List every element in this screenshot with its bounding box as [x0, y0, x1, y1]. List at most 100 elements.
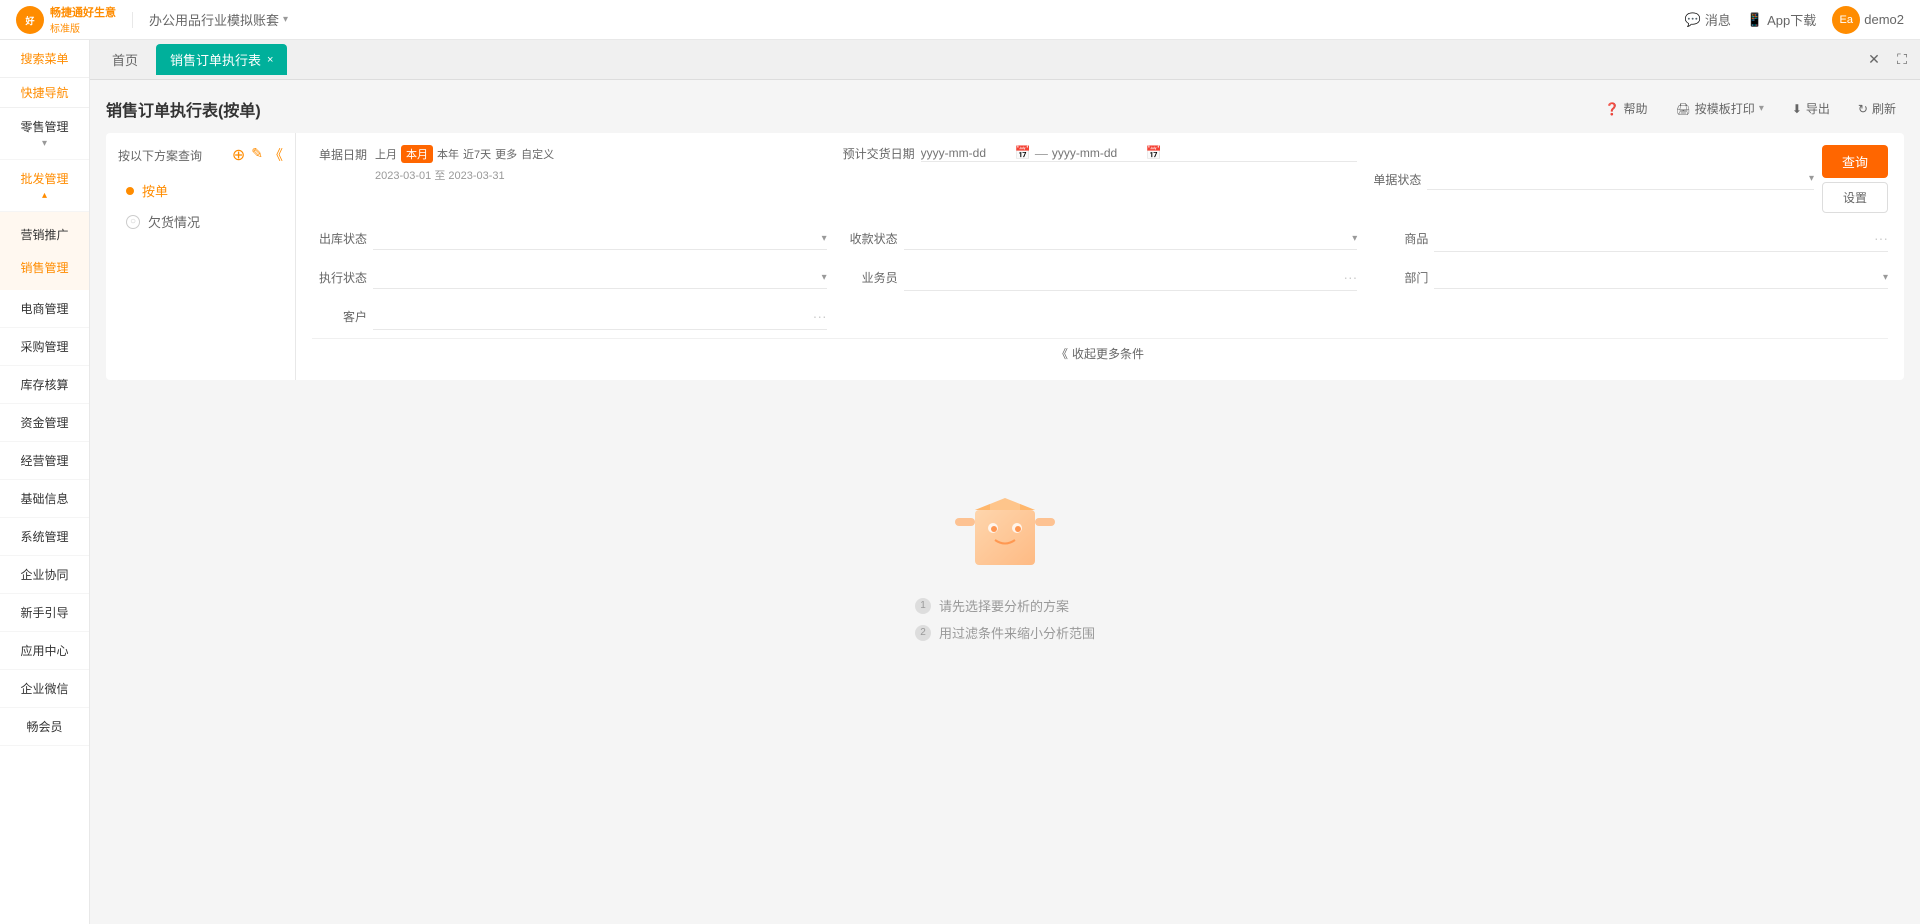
salesman-input[interactable]: ···	[904, 264, 1358, 291]
collapse-button[interactable]: 《 收起更多条件	[312, 338, 1888, 368]
collapse-scheme-icon[interactable]: 《	[269, 145, 283, 165]
logo-text: 畅捷通好生意 标准版	[50, 4, 116, 35]
sidebar-item-sales[interactable]: 销售管理	[0, 251, 89, 284]
tip-num-1: 1	[915, 598, 931, 614]
salesman-more-icon[interactable]: ···	[1343, 269, 1357, 285]
maximize-icon[interactable]: ⛶	[1892, 50, 1912, 70]
svg-text:好: 好	[24, 15, 34, 26]
out-status-label: 出库状态	[312, 230, 367, 247]
expected-date-start-input[interactable]	[921, 146, 1011, 160]
chevron-up-icon: 《	[1056, 345, 1068, 362]
phone-icon: 📱	[1747, 12, 1763, 28]
messages-button[interactable]: 💬 消息	[1685, 10, 1731, 29]
date-tab-this-year[interactable]: 本年	[437, 146, 459, 162]
page-header: 销售订单执行表(按单) ❓ 帮助 🖨 按模板打印 ▾ ⬇ 导出	[106, 96, 1904, 121]
date-range-separator: —	[1035, 146, 1048, 161]
tab-home[interactable]: 首页	[98, 44, 152, 75]
main-layout: 搜索菜单 快捷导航 零售管理 ▾ 批发管理 ▴ 营销推广 销售管理 电商管理 采…	[0, 40, 1920, 924]
sidebar-item-inventory[interactable]: 库存核算	[0, 366, 89, 404]
query-button[interactable]: 查询	[1822, 145, 1888, 178]
goods-input[interactable]: ···	[1434, 225, 1888, 252]
date-field: 单据日期 上月 本月 本年 近7天 更多 自定义	[312, 145, 827, 183]
calendar-end-icon[interactable]: 📅	[1146, 145, 1162, 161]
sidebar-item-purchase[interactable]: 采购管理	[0, 328, 89, 366]
sidebar-item-retail[interactable]: 零售管理 ▾	[0, 108, 89, 160]
sidebar-search[interactable]: 搜索菜单	[0, 40, 89, 78]
sidebar-item-label: 资金管理	[20, 414, 68, 431]
collect-status-select[interactable]: ▾	[904, 228, 1358, 250]
order-status-select[interactable]: ▾	[1427, 168, 1814, 190]
sidebar-item-ecommerce[interactable]: 电商管理	[0, 290, 89, 328]
goods-more-icon[interactable]: ···	[1874, 230, 1888, 246]
sidebar-item-wechat[interactable]: 企业微信	[0, 670, 89, 708]
sidebar-item-label: 基础信息	[20, 490, 68, 507]
order-status-dropdown-icon: ▾	[1809, 173, 1814, 184]
customer-input[interactable]: ···	[373, 303, 827, 330]
sidebar-sub-wholesale: 营销推广 销售管理	[0, 212, 89, 290]
dept-select[interactable]: ▾	[1434, 267, 1888, 289]
user-menu[interactable]: Ea demo2	[1832, 6, 1904, 34]
scheme-item-label: 欠货情况	[148, 212, 200, 231]
scheme-item-by-order[interactable]: 按单	[126, 175, 283, 206]
filter-section: 按以下方案查询 ⊕ ✎ 《 按单	[106, 133, 1904, 380]
filter-form: 单据日期 上月 本月 本年 近7天 更多 自定义	[296, 133, 1904, 380]
out-status-dropdown-icon: ▾	[822, 233, 827, 244]
sidebar-item-basic[interactable]: 基础信息	[0, 480, 89, 518]
expected-date-end-input[interactable]	[1052, 146, 1142, 160]
customer-more-icon[interactable]: ···	[813, 308, 827, 324]
order-status-and-actions: 单据状态 ▾ 查询 设置	[1373, 145, 1888, 213]
sidebar-item-system[interactable]: 系统管理	[0, 518, 89, 556]
export-icon: ⬇	[1792, 102, 1802, 116]
date-tab-this-month[interactable]: 本月	[401, 145, 433, 163]
scheme-item-label: 按单	[142, 181, 168, 200]
sidebar-item-apps[interactable]: 应用中心	[0, 632, 89, 670]
scheme-items: 按单 ○ 欠货情况	[118, 175, 283, 237]
edit-scheme-icon[interactable]: ✎	[251, 145, 263, 165]
date-tab-more[interactable]: 更多	[495, 146, 517, 162]
date-tab-7days[interactable]: 近7天	[463, 146, 491, 162]
expected-date-field: 预计交货日期 📅 — 📅	[843, 145, 1358, 162]
order-status-field: 单据状态 ▾	[1373, 168, 1814, 190]
filter-row-2: 出库状态 ▾ 收款状态 ▾	[312, 225, 1888, 252]
refresh-button[interactable]: ↻ 刷新	[1850, 96, 1904, 121]
scheme-panel: 按以下方案查询 ⊕ ✎ 《 按单	[106, 133, 296, 380]
sidebar-item-operation[interactable]: 经营管理	[0, 442, 89, 480]
sidebar-item-newbie[interactable]: 新手引导	[0, 594, 89, 632]
salesman-label: 业务员	[843, 269, 898, 286]
add-scheme-icon[interactable]: ⊕	[232, 145, 245, 165]
sidebar-item-label: 应用中心	[20, 642, 68, 659]
exec-status-select[interactable]: ▾	[373, 267, 827, 289]
filter-empty-1	[843, 303, 1358, 330]
print-button[interactable]: 🖨 按模板打印 ▾	[1668, 96, 1772, 121]
message-icon: 💬	[1685, 12, 1701, 28]
scheme-item-owed[interactable]: ○ 欠货情况	[126, 206, 283, 237]
sidebar-item-marketing[interactable]: 营销推广	[0, 218, 89, 251]
app-download-button[interactable]: 📱 App下载	[1747, 10, 1816, 29]
avatar: Ea	[1832, 6, 1860, 34]
logo-area: 好 畅捷通好生意 标准版	[16, 4, 116, 35]
tab-close-icon[interactable]: ×	[267, 54, 273, 66]
tab-sales-order[interactable]: 销售订单执行表 ×	[156, 44, 287, 75]
collect-status-field: 收款状态 ▾	[843, 225, 1358, 252]
export-button[interactable]: ⬇ 导出	[1784, 96, 1838, 121]
out-status-select[interactable]: ▾	[373, 228, 827, 250]
date-tab-custom[interactable]: 自定义	[521, 146, 554, 162]
sidebar-item-finance[interactable]: 资金管理	[0, 404, 89, 442]
setting-button[interactable]: 设置	[1822, 182, 1888, 213]
exec-status-dropdown-icon: ▾	[822, 272, 827, 283]
sidebar-item-wholesale[interactable]: 批发管理 ▴	[0, 160, 89, 212]
date-tab-last-month[interactable]: 上月	[375, 146, 397, 162]
sidebar-item-member[interactable]: 畅会员	[0, 708, 89, 746]
scheme-header: 按以下方案查询 ⊕ ✎ 《	[118, 145, 283, 165]
help-button[interactable]: ❓ 帮助	[1597, 96, 1656, 121]
filter-inner: 按以下方案查询 ⊕ ✎ 《 按单	[106, 133, 1904, 380]
chevron-down-icon: ▾	[42, 138, 47, 149]
salesman-field: 业务员 ···	[843, 264, 1358, 291]
sidebar-nav[interactable]: 快捷导航	[0, 78, 89, 108]
sidebar-item-enterprise[interactable]: 企业协同	[0, 556, 89, 594]
topbar-title: 办公用品行业模拟账套 ▾	[149, 10, 288, 29]
calendar-start-icon[interactable]: 📅	[1015, 145, 1031, 161]
close-window-icon[interactable]: ✕	[1864, 50, 1884, 70]
expected-date-range: 📅 — 📅	[921, 145, 1358, 162]
topbar-dropdown-icon[interactable]: ▾	[283, 14, 288, 25]
